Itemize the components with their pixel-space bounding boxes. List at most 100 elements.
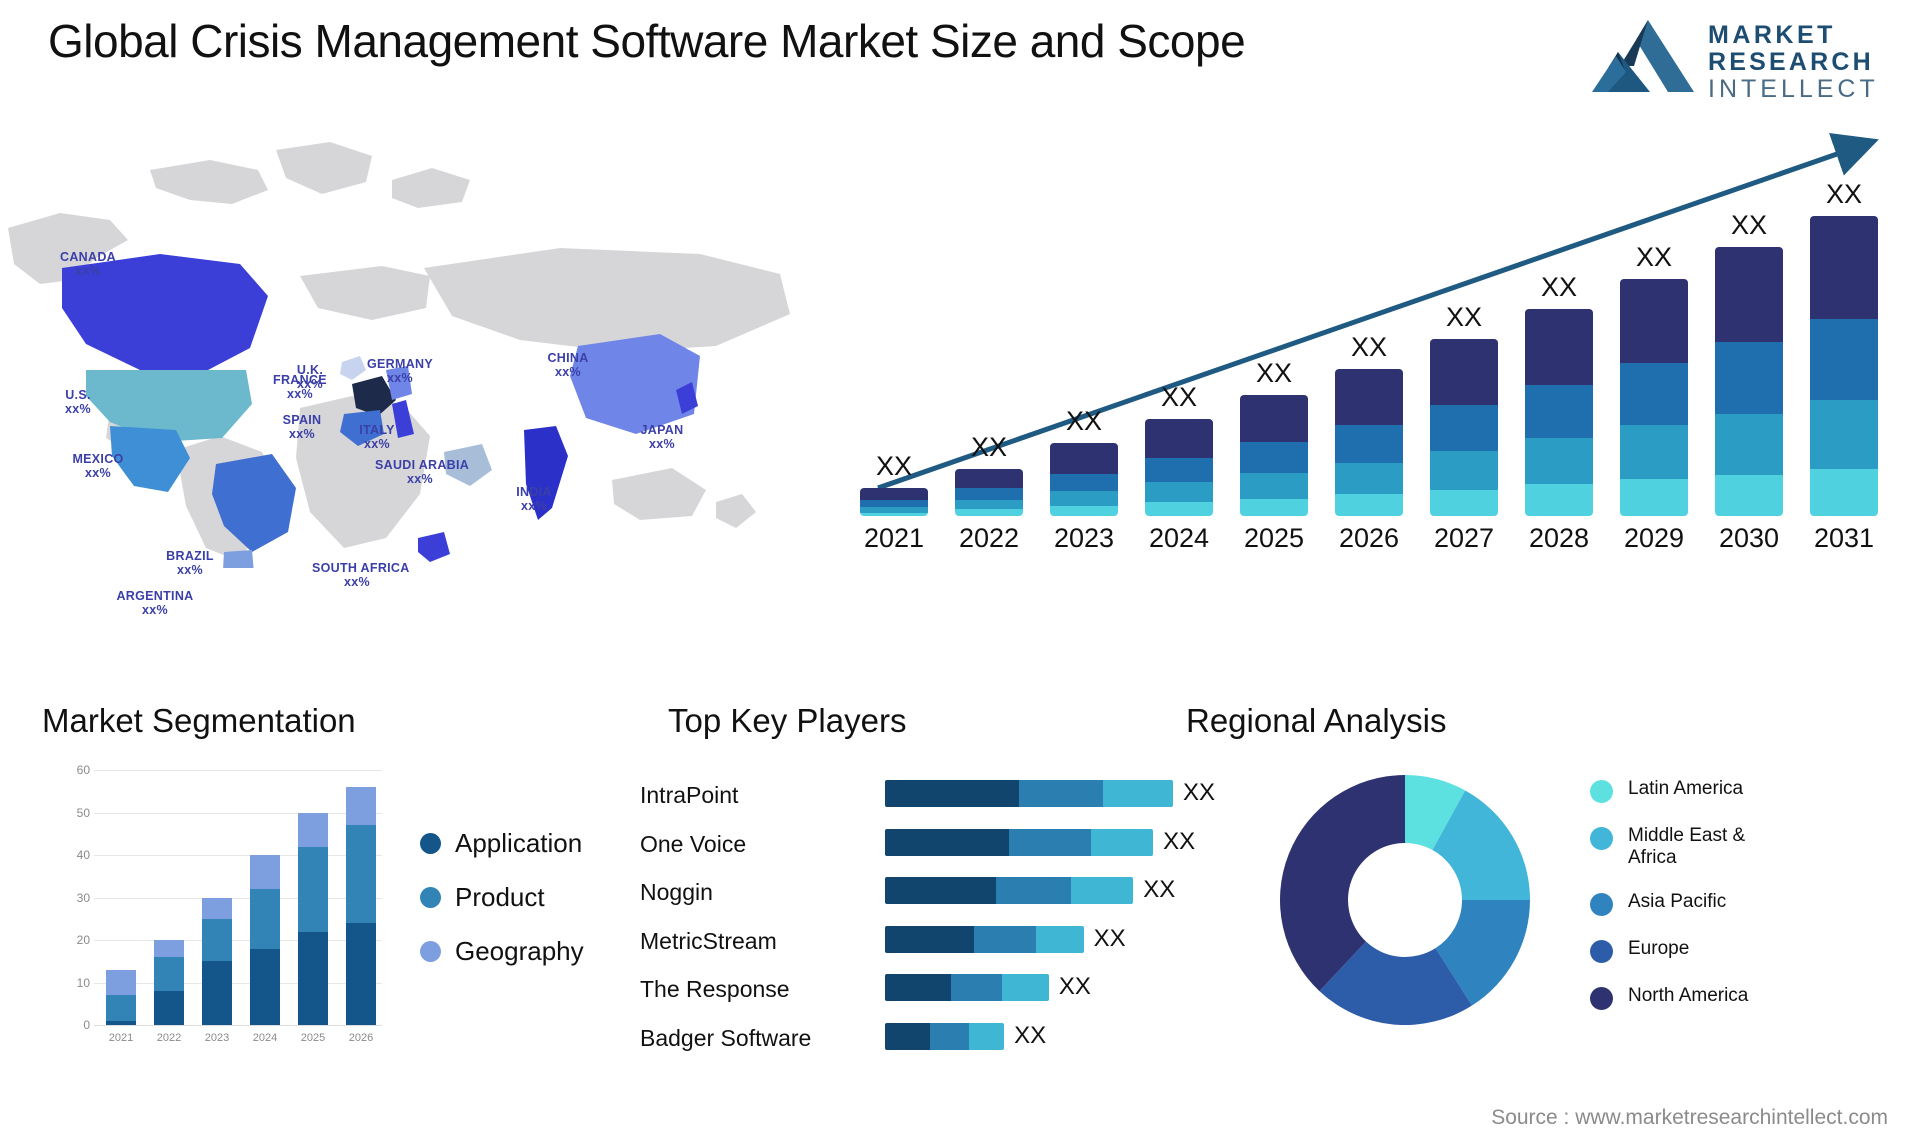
market-segmentation-legend: Application Product Geography: [420, 828, 584, 990]
forecast-bar-value: XX: [1730, 210, 1768, 241]
map-label-name: ARGENTINA: [116, 589, 194, 603]
player-bar-segment-part-1: [885, 780, 1020, 807]
logo-wordmark: MARKET RESEARCH INTELLECT: [1708, 22, 1879, 103]
legend-dot-icon: [1590, 780, 1613, 803]
map-label-name: INDIA: [516, 485, 552, 499]
segmentation-segment-application: [250, 948, 280, 1025]
segmentation-gridline: [94, 812, 382, 814]
forecast-bar-segment-segment-2: [1240, 441, 1308, 473]
legend-dot-icon: [420, 887, 441, 908]
map-label-japan: JAPAN xx%: [617, 423, 707, 451]
regional-legend-label: Latin America: [1628, 778, 1744, 799]
player-bar-segment-part-3: [969, 1022, 1005, 1050]
forecast-bar-segment-segment-4: [955, 509, 1023, 516]
segmentation-gridline: [94, 897, 382, 899]
player-bar: [885, 1022, 1005, 1050]
player-name: One Voice: [640, 830, 747, 857]
player-bar-segment-part-2: [929, 1022, 970, 1050]
regional-analysis-legend: Latin America Middle East & Africa Asia Pa…: [1590, 778, 1788, 1032]
segmentation-bar: [154, 940, 184, 1025]
player-bar-segment-part-3: [1103, 780, 1173, 807]
forecast-bar-segment-segment-4: [1810, 469, 1878, 516]
forecast-year-label: 2025: [1243, 523, 1305, 553]
forecast-bar-stack: [1050, 442, 1118, 516]
map-label-brazil: BRAZIL xx%: [145, 549, 235, 577]
segmentation-y-tick: 40: [76, 848, 90, 862]
segmentation-legend-label: Geography: [455, 936, 584, 966]
forecast-bar-segment-segment-4: [1050, 505, 1118, 516]
segmentation-y-tick: 20: [76, 933, 90, 947]
regional-legend-label: North America: [1628, 985, 1749, 1006]
forecast-bar-stack: [1430, 339, 1498, 516]
forecast-bar-segment-segment-4: [1240, 498, 1308, 516]
forecast-bar-segment-segment-4: [1715, 474, 1783, 516]
page-title: Global Crisis Management Software Market…: [48, 15, 1246, 67]
player-bar-segment-part-1: [885, 828, 1010, 856]
forecast-bar-segment-segment-3: [1810, 400, 1878, 470]
map-label-value: xx%: [387, 371, 413, 385]
legend-dot-icon: [420, 833, 441, 854]
segmentation-segment-application: [154, 991, 184, 1025]
segmentation-legend-item: Application: [420, 828, 584, 859]
world-map-panel: CANADA xx% U.S. xx% MEXICO xx% BRAZIL xx% ARGENT…: [0, 108, 820, 617]
forecast-year-label: 2021: [863, 523, 925, 553]
segmentation-segment-product: [202, 918, 232, 962]
regional-legend-item: Latin America: [1590, 778, 1788, 803]
forecast-bar-segment-segment-1: [1810, 216, 1878, 320]
segmentation-segment-product: [106, 995, 136, 1021]
forecast-bar-segment-segment-3: [1240, 472, 1308, 499]
player-bar-segment-part-1: [885, 974, 951, 1001]
forecast-bar-value: XX: [1255, 358, 1293, 389]
regional-legend-label: Europe: [1628, 938, 1690, 959]
player-bar-segment-part-3: [1090, 828, 1154, 856]
map-label-name: U.S.: [65, 388, 91, 402]
forecast-bar-stack: [1145, 419, 1213, 516]
top-key-players-panel: Top Key Players IntraPoint XX One Voice XX N…: [640, 700, 1215, 1120]
player-value: XX: [1058, 973, 1091, 1000]
map-label-value: xx%: [177, 563, 203, 577]
forecast-year-label: 2022: [958, 523, 1020, 553]
forecast-bar-value: XX: [1065, 405, 1103, 436]
player-value: XX: [1014, 1021, 1047, 1049]
forecast-bar-stack: [1240, 395, 1308, 516]
forecast-bar-segment-segment-1: [1525, 309, 1593, 385]
segmentation-y-tick: 30: [76, 890, 90, 905]
segmentation-segment-geography: [298, 812, 328, 847]
forecast-bar-segment-segment-2: [1810, 319, 1878, 401]
forecast-year-label: 2028: [1528, 523, 1590, 553]
forecast-bar-segment-segment-4: [1145, 502, 1213, 516]
segmentation-x-label: 2023: [204, 1032, 230, 1044]
forecast-bar-segment-segment-2: [1715, 341, 1783, 415]
segmentation-x-label: 2021: [108, 1032, 134, 1044]
world-map-svg: [8, 142, 790, 568]
segmentation-segment-application: [298, 931, 328, 1025]
map-label-name: JAPAN: [640, 423, 684, 437]
player-name: Noggin: [640, 879, 713, 905]
map-label-u-s-: U.S. xx%: [33, 388, 123, 416]
map-label-india: INDIA xx%: [489, 485, 579, 513]
forecast-bar-segment-segment-1: [1620, 278, 1688, 364]
segmentation-y-tick: 60: [76, 763, 90, 777]
market-segmentation-title: Market Segmentation: [42, 702, 356, 739]
player-bar-segment-part-1: [885, 1022, 930, 1050]
player-bar-segment-part-2: [950, 974, 1003, 1001]
segmentation-segment-application: [202, 961, 232, 1025]
segmentation-x-label: 2022: [156, 1032, 182, 1044]
segmentation-legend-label: Product: [455, 882, 545, 912]
legend-dot-icon: [1590, 893, 1613, 916]
regional-analysis-panel: Regional Analysis Latin America Middle Ea…: [1170, 700, 1910, 1120]
map-label-value: xx%: [142, 603, 168, 617]
segmentation-segment-application: [106, 1020, 136, 1025]
map-label-mexico: MEXICO xx%: [53, 452, 143, 480]
player-name: Badger Software: [640, 1024, 812, 1051]
player-bar: [885, 780, 1173, 807]
market-research-intellect-logo: MARKET RESEARCH INTELLECT: [1590, 16, 1890, 103]
forecast-bar-stack: [860, 488, 928, 516]
forecast-bar-value: XX: [1445, 302, 1483, 333]
logo-line-2: RESEARCH: [1708, 48, 1874, 76]
map-label-value: xx%: [287, 387, 313, 401]
player-bar-segment-part-2: [1009, 828, 1091, 856]
segmentation-bar: [346, 787, 376, 1025]
map-label-south-africa: SOUTH AFRICA xx%: [312, 561, 409, 589]
source-note: Source : www.marketresearchintellect.com: [1491, 1106, 1888, 1129]
